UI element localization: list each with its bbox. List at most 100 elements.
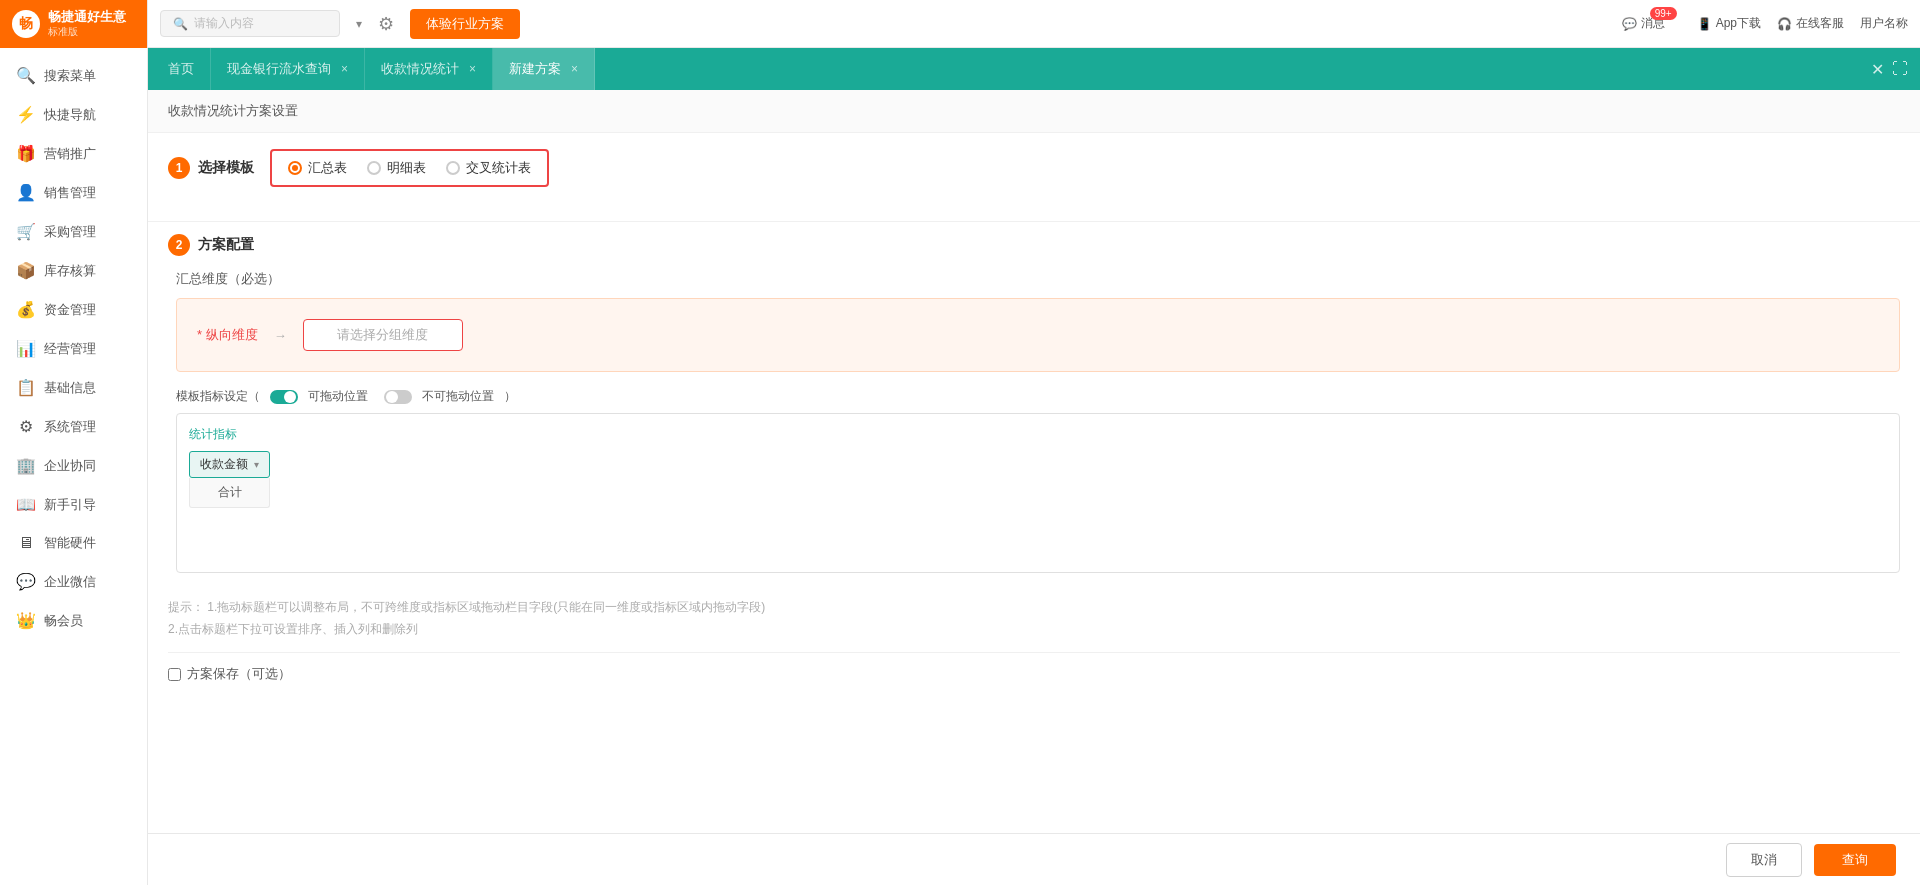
sidebar-item-hardware[interactable]: 🖥 智能硬件 bbox=[0, 524, 147, 562]
logo-badge: 标准版 bbox=[48, 25, 126, 39]
sidebar-item-quick-nav[interactable]: ⚡ 快捷导航 bbox=[0, 95, 147, 134]
tab-bar-actions: ✕ ⛶ bbox=[1871, 60, 1916, 79]
sidebar-item-member[interactable]: 👑 畅会员 bbox=[0, 601, 147, 640]
sidebar-item-guide[interactable]: 📖 新手引导 bbox=[0, 485, 147, 524]
tab-new-plan-close[interactable]: × bbox=[571, 62, 578, 76]
tab-receipts-stats-close[interactable]: × bbox=[469, 62, 476, 76]
fixed-toggle[interactable] bbox=[384, 390, 412, 404]
save-plan-checkbox[interactable] bbox=[168, 668, 181, 681]
tip-line2: 2.点击标题栏下拉可设置排序、插入列和删除列 bbox=[168, 619, 1900, 641]
wechat-icon: 💬 bbox=[16, 572, 36, 591]
purchase-icon: 🛒 bbox=[16, 222, 36, 241]
header-search[interactable]: 🔍 请输入内容 bbox=[160, 10, 340, 37]
tab-new-plan[interactable]: 新建方案 × bbox=[493, 48, 595, 90]
page-inner: 收款情况统计方案设置 1 选择模板 汇总表 bbox=[148, 90, 1920, 833]
sidebar-item-sales[interactable]: 👤 销售管理 bbox=[0, 173, 147, 212]
movable-toggle[interactable] bbox=[270, 390, 298, 404]
sidebar-item-wechat[interactable]: 💬 企业微信 bbox=[0, 562, 147, 601]
tab-receipts-stats[interactable]: 收款情况统计 × bbox=[365, 48, 493, 90]
metrics-tag-receipts[interactable]: 收款金额 ▾ bbox=[189, 451, 270, 478]
search-placeholder: 请输入内容 bbox=[194, 15, 254, 32]
trial-button[interactable]: 体验行业方案 bbox=[410, 9, 520, 39]
step1-title-row: 1 选择模板 汇总表 明细表 bbox=[168, 149, 1900, 187]
radio-detail[interactable]: 明细表 bbox=[367, 159, 426, 177]
tab-home[interactable]: 首页 bbox=[152, 48, 211, 90]
finance-icon: 💰 bbox=[16, 300, 36, 319]
download-icon: 📱 bbox=[1697, 17, 1712, 31]
message-button[interactable]: 💬 消息 99+ bbox=[1622, 15, 1665, 32]
service-button[interactable]: 🎧 在线客服 bbox=[1777, 15, 1844, 32]
maximize-icon[interactable]: ⛶ bbox=[1892, 60, 1908, 78]
sidebar-item-label: 采购管理 bbox=[44, 223, 96, 241]
sidebar-item-marketing[interactable]: 🎁 营销推广 bbox=[0, 134, 147, 173]
sidebar-item-label: 系统管理 bbox=[44, 418, 96, 436]
user-name[interactable]: 用户名称 bbox=[1860, 15, 1908, 32]
sidebar-item-purchase[interactable]: 🛒 采购管理 bbox=[0, 212, 147, 251]
metrics-settings-label: 模板指标设定（ bbox=[176, 388, 260, 405]
enterprise-icon: 🏢 bbox=[16, 456, 36, 475]
member-icon: 👑 bbox=[16, 611, 36, 630]
query-button[interactable]: 查询 bbox=[1814, 844, 1896, 876]
save-plan-label: 方案保存（可选） bbox=[187, 665, 291, 683]
step1-section: 1 选择模板 汇总表 明细表 bbox=[148, 133, 1920, 217]
sidebar-item-finance[interactable]: 💰 资金管理 bbox=[0, 290, 147, 329]
cancel-button[interactable]: 取消 bbox=[1726, 843, 1802, 877]
tip-line1: 提示： 1.拖动标题栏可以调整布局，不可跨维度或指标区域拖动栏目字段(只能在同一… bbox=[168, 597, 1900, 619]
page-header: 收款情况统计方案设置 bbox=[148, 90, 1920, 133]
sidebar-item-label: 库存核算 bbox=[44, 262, 96, 280]
sales-icon: 👤 bbox=[16, 183, 36, 202]
sidebar-item-label: 搜索菜单 bbox=[44, 67, 96, 85]
quick-nav-icon: ⚡ bbox=[16, 105, 36, 124]
metrics-tag-label: 收款金额 bbox=[200, 456, 248, 473]
tab-bank-flow-close[interactable]: × bbox=[341, 62, 348, 76]
step2-title: 方案配置 bbox=[198, 236, 254, 254]
header-right: 💬 消息 99+ 📱 App下载 🎧 在线客服 用户名称 bbox=[1622, 15, 1908, 32]
close-window-icon[interactable]: ✕ bbox=[1871, 60, 1884, 79]
dimension-area: * 纵向维度 → 请选择分组维度 bbox=[176, 298, 1900, 372]
sidebar-item-basic-info[interactable]: 📋 基础信息 bbox=[0, 368, 147, 407]
search-menu-icon: 🔍 bbox=[16, 66, 36, 85]
template-selection-box: 汇总表 明细表 交叉统计表 bbox=[270, 149, 549, 187]
hardware-icon: 🖥 bbox=[16, 534, 36, 552]
tab-bank-flow[interactable]: 现金银行流水查询 × bbox=[211, 48, 365, 90]
sidebar-item-label: 智能硬件 bbox=[44, 534, 96, 552]
sidebar-item-label: 营销推广 bbox=[44, 145, 96, 163]
radio-summary-dot bbox=[288, 161, 302, 175]
radio-cross-dot bbox=[446, 161, 460, 175]
sidebar-item-label: 资金管理 bbox=[44, 301, 96, 319]
sidebar-item-enterprise[interactable]: 🏢 企业协同 bbox=[0, 446, 147, 485]
metrics-subtag-total: 合计 bbox=[189, 478, 270, 508]
sidebar-item-search-menu[interactable]: 🔍 搜索菜单 bbox=[0, 56, 147, 95]
dimension-row-label: * 纵向维度 bbox=[197, 326, 258, 344]
sidebar-item-inventory[interactable]: 📦 库存核算 bbox=[0, 251, 147, 290]
movable-label: 可拖动位置 bbox=[308, 388, 368, 405]
dimension-section-label: 汇总维度（必选） bbox=[176, 270, 1900, 288]
download-button[interactable]: 📱 App下载 bbox=[1697, 15, 1761, 32]
radio-cross[interactable]: 交叉统计表 bbox=[446, 159, 531, 177]
chevron-down-icon[interactable]: ▾ bbox=[356, 17, 362, 31]
step1-title: 选择模板 bbox=[198, 159, 254, 177]
step1-badge: 1 bbox=[168, 157, 190, 179]
sidebar-item-label: 经营管理 bbox=[44, 340, 96, 358]
inventory-icon: 📦 bbox=[16, 261, 36, 280]
sidebar-item-label: 快捷导航 bbox=[44, 106, 96, 124]
system-icon: ⚙ bbox=[16, 417, 36, 436]
template-radio-group: 汇总表 明细表 交叉统计表 bbox=[288, 159, 531, 177]
search-icon: 🔍 bbox=[173, 17, 188, 31]
main-content: 🔍 请输入内容 ▾ ⚙ 体验行业方案 💬 消息 99+ 📱 App下载 🎧 在线… bbox=[148, 0, 1920, 885]
sidebar-item-operations[interactable]: 📊 经营管理 bbox=[0, 329, 147, 368]
breadcrumb: 收款情况统计方案设置 bbox=[168, 103, 298, 118]
dimension-selector[interactable]: 请选择分组维度 bbox=[303, 319, 463, 351]
radio-summary-label: 汇总表 bbox=[308, 159, 347, 177]
sidebar-item-label: 新手引导 bbox=[44, 496, 96, 514]
sidebar-item-label: 企业协同 bbox=[44, 457, 96, 475]
sidebar: 畅 畅捷通好生意 标准版 🔍 搜索菜单 ⚡ 快捷导航 🎁 营销推广 👤 销售管理… bbox=[0, 0, 148, 885]
tab-new-plan-label: 新建方案 bbox=[509, 60, 561, 78]
sidebar-item-system[interactable]: ⚙ 系统管理 bbox=[0, 407, 147, 446]
gear-icon[interactable]: ⚙ bbox=[378, 13, 394, 35]
footer-checkbox-row: 方案保存（可选） bbox=[168, 665, 1900, 683]
service-icon: 🎧 bbox=[1777, 17, 1792, 31]
radio-summary[interactable]: 汇总表 bbox=[288, 159, 347, 177]
sidebar-item-label: 畅会员 bbox=[44, 612, 83, 630]
dimension-arrow: → bbox=[274, 328, 287, 343]
